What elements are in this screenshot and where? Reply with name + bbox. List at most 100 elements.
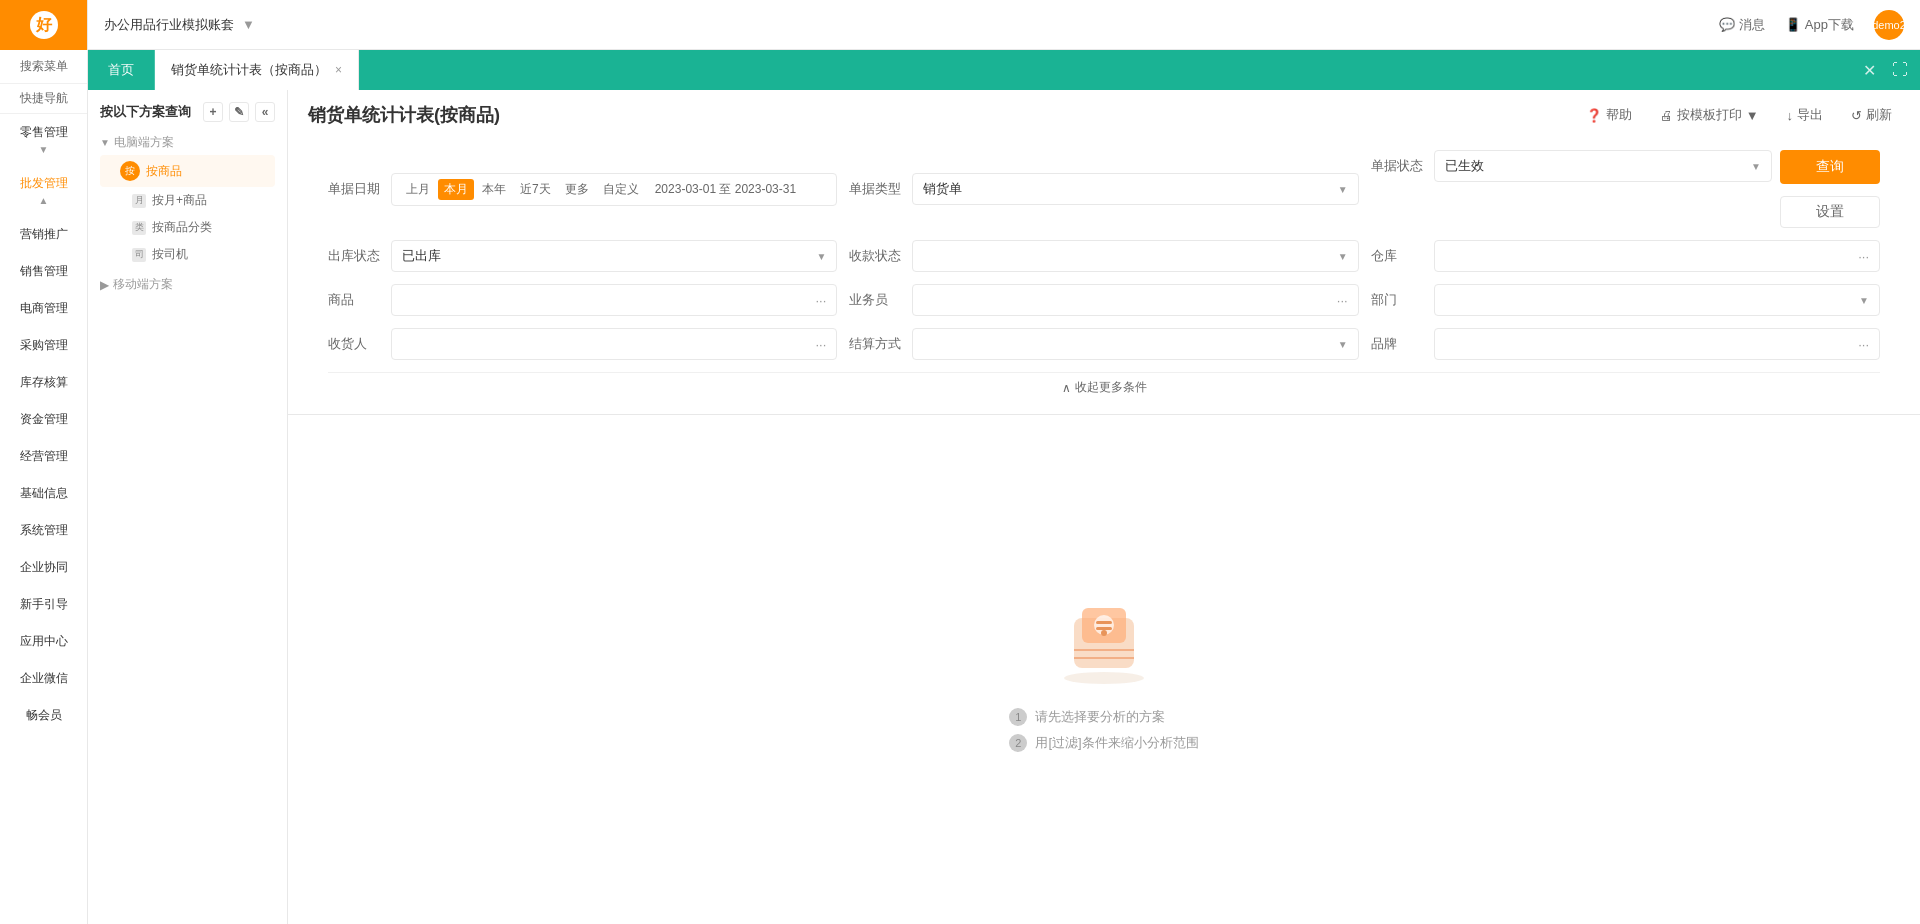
sidebar-item-onboarding[interactable]: 新手引导 — [0, 586, 87, 623]
scheme-by-product[interactable]: 按 按商品 — [100, 155, 275, 187]
industry-label: 办公用品行业模拟账套 — [104, 16, 234, 34]
payment-method-arrow-icon: ▼ — [1338, 339, 1348, 350]
receiver-dots-icon: ··· — [815, 337, 826, 352]
settings-button[interactable]: 设置 — [1780, 196, 1880, 228]
filter-row-1: 单据日期 上月 本月 本年 近7天 更多 自定义 20 — [328, 150, 1880, 228]
warehouse-dots-icon: ··· — [1858, 249, 1869, 264]
sidebar-item-appstore[interactable]: 应用中心 — [0, 623, 87, 660]
sidebar-item-vip[interactable]: 畅会员 — [0, 697, 87, 734]
desktop-group-title[interactable]: ▼ 电脑端方案 — [100, 130, 275, 155]
date-value: 2023-03-01 至 2023-03-31 — [655, 181, 796, 198]
filter-doc-status-with-btn: 单据状态 已生效 ▼ 查询 设置 — [1371, 150, 1880, 228]
warehouse-status-arrow-icon: ▼ — [816, 251, 826, 262]
window-maximize-icon[interactable]: ⛶ — [1888, 57, 1912, 83]
salesman-label: 业务员 — [849, 291, 904, 309]
help-icon: ❓ — [1586, 108, 1602, 123]
date-tab-custom[interactable]: 自定义 — [597, 179, 645, 200]
main-area: 办公用品行业模拟账套 ▼ 💬 消息 📱 App下载 demo2 首页 销货单统计… — [88, 0, 1920, 924]
tabbar: 首页 销货单统计计表（按商品） × ✕ ⛶ — [88, 50, 1920, 90]
date-tab-last-month[interactable]: 上月 — [400, 179, 436, 200]
product-control[interactable]: ··· — [391, 284, 837, 316]
app-download-btn[interactable]: 📱 App下载 — [1785, 16, 1854, 34]
filter-warehouse: 仓库 ··· — [1371, 240, 1880, 272]
warehouse-status-value: 已出库 — [402, 247, 441, 265]
sidebar-item-wholesale[interactable]: 批发管理 ▲ — [0, 165, 87, 216]
tab-home[interactable]: 首页 — [88, 50, 155, 90]
sidebar-item-enterprise[interactable]: 企业协同 — [0, 549, 87, 586]
add-scheme-btn[interactable]: + — [203, 102, 223, 122]
sidebar-item-retail[interactable]: 零售管理 ▼ — [0, 114, 87, 165]
print-dropdown-icon: ▼ — [1746, 108, 1759, 123]
brand-control[interactable]: ··· — [1434, 328, 1880, 360]
sidebar-item-system[interactable]: 系统管理 — [0, 512, 87, 549]
doc-status-arrow-icon: ▼ — [1751, 161, 1761, 172]
sidebar-quick-nav[interactable]: 快捷导航 — [0, 84, 87, 114]
sidebar-item-base[interactable]: 基础信息 — [0, 475, 87, 512]
filter-product: 商品 ··· — [328, 284, 837, 316]
message-btn[interactable]: 💬 消息 — [1719, 16, 1765, 34]
sidebar-item-inventory[interactable]: 库存核算 — [0, 364, 87, 401]
date-tab-more[interactable]: 更多 — [559, 179, 595, 200]
scheme-by-printer[interactable]: 司 按司机 — [100, 241, 275, 268]
sidebar-item-purchase[interactable]: 采购管理 — [0, 327, 87, 364]
filter-row-3: 商品 ··· 业务员 ··· — [328, 284, 1880, 316]
export-btn[interactable]: ↓ 导出 — [1779, 102, 1832, 128]
payment-method-control[interactable]: ▼ — [912, 328, 1358, 360]
date-tab-7days[interactable]: 近7天 — [514, 179, 557, 200]
scheme-by-category[interactable]: 类 按商品分类 — [100, 214, 275, 241]
payment-status-arrow-icon: ▼ — [1338, 251, 1348, 262]
query-button[interactable]: 查询 — [1780, 150, 1880, 184]
salesman-control[interactable]: ··· — [912, 284, 1358, 316]
payment-status-control[interactable]: ▼ — [912, 240, 1358, 272]
receiver-control[interactable]: ··· — [391, 328, 837, 360]
refresh-btn[interactable]: ↺ 刷新 — [1843, 102, 1900, 128]
message-icon: 💬 — [1719, 17, 1735, 32]
collapse-filter-btn[interactable]: ∧ 收起更多条件 — [328, 372, 1880, 402]
help-btn[interactable]: ❓ 帮助 — [1578, 102, 1640, 128]
warehouse-status-control[interactable]: 已出库 ▼ — [391, 240, 837, 272]
doc-type-arrow-icon: ▼ — [1338, 184, 1348, 195]
user-avatar[interactable]: demo2 — [1874, 10, 1904, 40]
brand-dots-icon: ··· — [1858, 337, 1869, 352]
filter-payment-status: 收款状态 ▼ — [849, 240, 1358, 272]
print-btn[interactable]: 🖨 按模板打印 ▼ — [1652, 102, 1767, 128]
sidebar-item-wechat[interactable]: 企业微信 — [0, 660, 87, 697]
download-icon: 📱 — [1785, 17, 1801, 32]
export-icon: ↓ — [1787, 108, 1794, 123]
sidebar-search[interactable]: 搜索菜单 — [0, 50, 87, 84]
warehouse-control[interactable]: ··· — [1434, 240, 1880, 272]
sidebar-item-operations[interactable]: 经营管理 — [0, 438, 87, 475]
date-range-control[interactable]: 上月 本月 本年 近7天 更多 自定义 2023-03-01 至 2023-03… — [391, 173, 837, 206]
group-triangle-icon: ▼ — [100, 137, 110, 148]
sub-icon-printer: 司 — [132, 248, 146, 262]
receiver-label: 收货人 — [328, 335, 383, 353]
mobile-group-title[interactable]: ▶ 移动端方案 — [88, 268, 287, 297]
sidebar-item-ecommerce[interactable]: 电商管理 — [0, 290, 87, 327]
svg-point-6 — [1101, 630, 1107, 636]
collapse-up-icon: ∧ — [1062, 381, 1071, 395]
date-tab-this-month[interactable]: 本月 — [438, 179, 474, 200]
filter-date: 单据日期 上月 本月 本年 近7天 更多 自定义 20 — [328, 173, 837, 206]
warehouse-label: 仓库 — [1371, 247, 1426, 265]
industry-dropdown-icon[interactable]: ▼ — [242, 17, 255, 32]
window-close-icon[interactable]: ✕ — [1859, 57, 1880, 84]
filter-doc-status: 单据状态 已生效 ▼ — [1371, 150, 1772, 182]
date-tab-this-year[interactable]: 本年 — [476, 179, 512, 200]
edit-scheme-btn[interactable]: ✎ — [229, 102, 249, 122]
left-panel: 按以下方案查询 + ✎ « ▼ 电脑端方案 — [88, 90, 288, 924]
department-control[interactable]: ▼ — [1434, 284, 1880, 316]
department-label: 部门 — [1371, 291, 1426, 309]
doc-type-label: 单据类型 — [849, 180, 904, 198]
collapse-icon: « — [262, 105, 269, 119]
sidebar-item-finance[interactable]: 资金管理 — [0, 401, 87, 438]
scheme-by-month-product[interactable]: 月 按月+商品 — [100, 187, 275, 214]
sidebar-item-sales[interactable]: 销售管理 — [0, 253, 87, 290]
doc-type-control[interactable]: 销货单 ▼ — [912, 173, 1358, 205]
collapse-panel-btn[interactable]: « — [255, 102, 275, 122]
doc-status-control[interactable]: 已生效 ▼ — [1434, 150, 1772, 182]
tab-close-icon[interactable]: × — [335, 63, 342, 77]
filter-warehouse-status: 出库状态 已出库 ▼ — [328, 240, 837, 272]
sidebar-item-marketing[interactable]: 营销推广 — [0, 216, 87, 253]
tab-active[interactable]: 销货单统计计表（按商品） × — [155, 50, 359, 90]
svg-rect-5 — [1096, 627, 1112, 630]
